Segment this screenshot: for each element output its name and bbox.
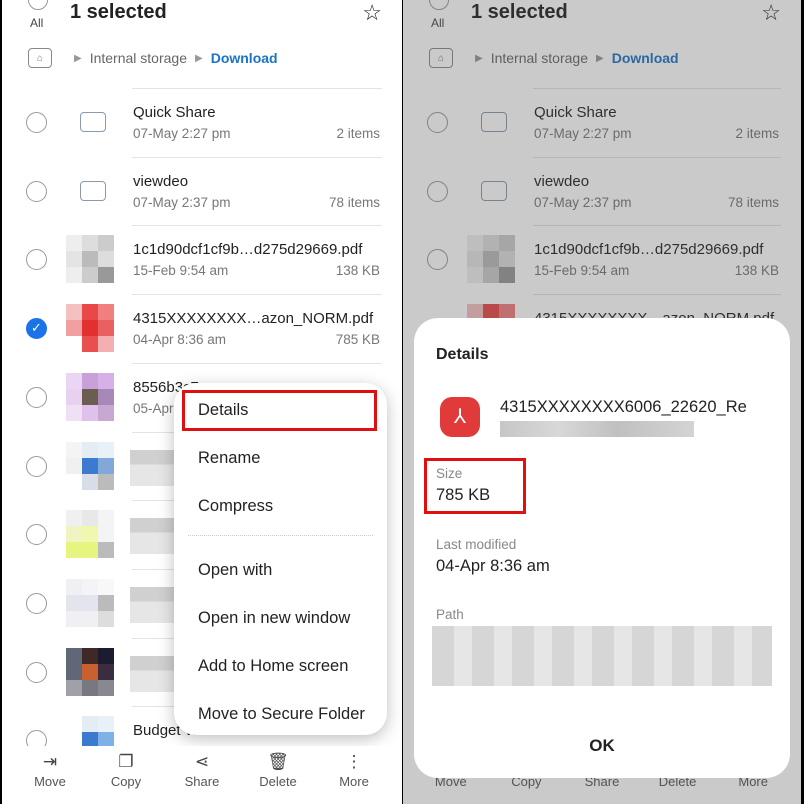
- file-thumbnail: [66, 372, 114, 421]
- file-meta: 2 items: [336, 126, 380, 141]
- details-screen: All 1 selected ☆ ⌂ ▶ Internal storage ▶ …: [403, 0, 801, 804]
- select-all-checkbox[interactable]: [28, 0, 48, 10]
- context-menu: Details Rename Compress Open with Open i…: [174, 383, 387, 735]
- arrow-icon: ▶: [195, 52, 203, 64]
- folder-icon: [80, 180, 106, 201]
- more-icon: ⋮: [345, 752, 363, 771]
- checkbox[interactable]: [26, 249, 47, 271]
- highlight-box: [182, 390, 377, 431]
- more-button[interactable]: ⋮ More: [324, 746, 384, 804]
- move-button[interactable]: ⇥ Move: [20, 746, 80, 804]
- action-label: More: [339, 774, 369, 789]
- selection-count: 1 selected: [70, 1, 167, 23]
- breadcrumb-internal-storage[interactable]: Internal storage: [90, 50, 187, 66]
- file-row[interactable]: 1c1d90dcf1cf9b…d275d29669.pdf 15-Feb 9:54…: [2, 225, 402, 294]
- highlight-box: [424, 458, 526, 514]
- file-date: 07-May 2:27 pm: [133, 126, 231, 141]
- menu-item-compress[interactable]: Compress: [198, 497, 273, 516]
- bottom-action-bar: ⇥ Move ❐ Copy ⋖ Share 🗑 Delete ⋮ More: [2, 746, 402, 804]
- breadcrumb-download[interactable]: Download: [211, 50, 278, 66]
- menu-item-secure-folder[interactable]: Move to Secure Folder: [198, 705, 365, 724]
- row-divider: [132, 362, 382, 364]
- action-label: Delete: [259, 774, 297, 789]
- modified-value: 04-Apr 8:36 am: [436, 557, 550, 575]
- file-row[interactable]: ✓ 4315XXXXXXXX…azon_NORM.pdf 04-Apr 8:36 a…: [2, 294, 402, 363]
- file-thumbnail: [66, 235, 114, 284]
- file-row[interactable]: Quick Share 07-May 2:27 pm 2 items: [2, 88, 402, 157]
- file-date: 04-Apr 8:36 am: [133, 332, 227, 348]
- checkbox[interactable]: [26, 112, 47, 133]
- move-icon: ⇥: [42, 752, 58, 771]
- file-date: 07-May 2:37 pm: [133, 194, 231, 210]
- redacted-text: [130, 655, 180, 692]
- menu-item-add-home[interactable]: Add to Home screen: [198, 657, 348, 676]
- action-label: Share: [184, 774, 220, 789]
- pdf-icon: ⅄: [440, 397, 480, 437]
- copy-icon: ❐: [118, 752, 134, 771]
- row-divider: [132, 88, 382, 89]
- file-name-redacted: [500, 421, 694, 437]
- file-thumbnail: [66, 304, 114, 353]
- checkbox[interactable]: [26, 592, 47, 614]
- file-thumbnail: [66, 647, 114, 696]
- file-date: 15-Feb 9:54 am: [133, 263, 229, 279]
- file-thumbnail: [66, 510, 114, 559]
- menu-item-open-new-window[interactable]: Open in new window: [198, 609, 350, 628]
- action-label: Move: [34, 774, 66, 789]
- file-thumbnail: [66, 578, 114, 627]
- share-icon: ⋖: [194, 752, 210, 771]
- row-divider: [132, 156, 382, 158]
- checkbox[interactable]: [26, 180, 47, 202]
- checkbox-checked[interactable]: ✓: [26, 318, 47, 340]
- ok-button[interactable]: OK: [414, 736, 790, 756]
- share-button[interactable]: ⋖ Share: [172, 746, 232, 804]
- row-divider: [132, 294, 382, 296]
- file-thumbnail: [66, 441, 114, 490]
- file-list-screen: All 1 selected ☆ ⌂ ▶ Internal storage ▶ …: [2, 0, 402, 804]
- file-name: 4315XXXXXXXX…azon_NORM.pdf: [133, 310, 374, 328]
- file-meta: 78 items: [328, 194, 380, 210]
- row-divider: [132, 225, 382, 227]
- arrow-icon: ▶: [74, 52, 82, 64]
- file-meta: 138 KB: [335, 263, 380, 279]
- redacted-text: [130, 586, 180, 623]
- checkbox[interactable]: [26, 386, 47, 408]
- file-name: Quick Share: [133, 104, 216, 121]
- path-label: Path: [436, 607, 464, 622]
- path-redacted: [432, 626, 772, 686]
- folder-icon: [80, 112, 106, 132]
- star-icon[interactable]: ☆: [362, 0, 382, 26]
- modified-label: Last modified: [436, 537, 517, 552]
- file-name: viewdeo: [133, 172, 189, 190]
- menu-divider: [188, 535, 373, 536]
- breadcrumb: ⌂ ▶ Internal storage ▶ Download: [28, 48, 278, 68]
- checkbox[interactable]: [26, 661, 47, 683]
- checkbox[interactable]: [26, 524, 47, 546]
- details-dialog: Details ⅄ 4315XXXXXXXX6006_22620_Re Size…: [414, 318, 790, 778]
- delete-button[interactable]: 🗑 Delete: [248, 746, 308, 804]
- delete-icon: 🗑: [267, 752, 289, 771]
- select-all-label: All: [30, 16, 44, 30]
- action-label: Copy: [110, 774, 142, 789]
- file-date: 05-Apr: [133, 400, 174, 416]
- file-name: 1c1d90dcf1cf9b…d275d29669.pdf: [133, 241, 363, 259]
- menu-item-rename[interactable]: Rename: [198, 449, 260, 468]
- dialog-title: Details: [436, 346, 489, 363]
- copy-button[interactable]: ❐ Copy: [96, 746, 156, 804]
- file-meta: 785 KB: [335, 332, 380, 348]
- checkbox[interactable]: [26, 455, 47, 477]
- file-row[interactable]: viewdeo 07-May 2:37 pm 78 items: [2, 156, 402, 226]
- home-folder-icon[interactable]: ⌂: [28, 48, 52, 68]
- file-name: 4315XXXXXXXX6006_22620_Re: [500, 398, 747, 416]
- redacted-text: [130, 449, 180, 486]
- redacted-text: [130, 518, 180, 555]
- menu-item-open-with[interactable]: Open with: [198, 561, 272, 580]
